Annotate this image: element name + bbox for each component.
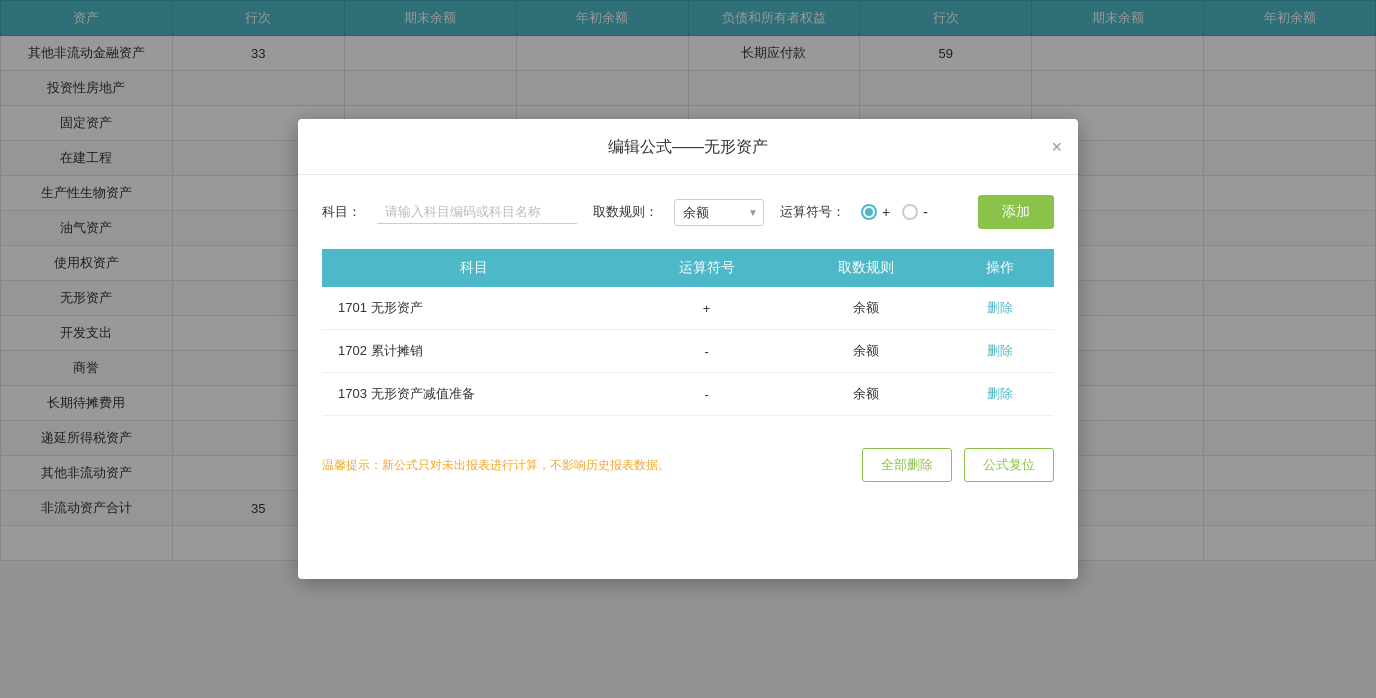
formula-rule-cell: 余额 [786, 287, 945, 330]
delete-all-button[interactable]: 全部删除 [862, 448, 952, 482]
footer-hint: 温馨提示：新公式只对未出报表进行计算，不影响历史报表数据。 [322, 457, 670, 474]
formula-table: 科目运算符号取数规则操作 1701 无形资产+余额删除1702 累计摊销-余额删… [322, 249, 1054, 416]
formula-subject-cell: 1702 累计摊销 [322, 330, 627, 373]
formula-operator-cell: - [627, 330, 786, 373]
formula-rule-cell: 余额 [786, 373, 945, 416]
delete-link[interactable]: 删除 [987, 343, 1013, 358]
formula-form: 科目： 取数规则： 余额借方贷方借方发生额贷方发生额 ▼ 运算符号： + - 添… [298, 175, 1078, 249]
operator-plus-radio[interactable]: + [861, 204, 890, 220]
formula-subject-cell: 1701 无形资产 [322, 287, 627, 330]
formula-row: 1701 无形资产+余额 删除 [322, 287, 1054, 330]
rule-select-wrapper: 余额借方贷方借方发生额贷方发生额 ▼ [674, 199, 764, 226]
rule-label: 取数规则： [593, 203, 658, 221]
formula-table-header: 科目运算符号取数规则操作 [322, 249, 1054, 287]
formula-subject-cell: 1703 无形资产减值准备 [322, 373, 627, 416]
delete-link[interactable]: 删除 [987, 386, 1013, 401]
operator-plus-circle [861, 204, 877, 220]
formula-header-cell: 科目 [322, 249, 627, 287]
subject-label: 科目： [322, 203, 361, 221]
operator-plus-label: + [882, 204, 890, 220]
delete-link[interactable]: 删除 [987, 300, 1013, 315]
operator-radio-group: + - [861, 204, 928, 220]
formula-header-cell: 操作 [945, 249, 1054, 287]
modal-overlay: 编辑公式——无形资产 × 科目： 取数规则： 余额借方贷方借方发生额贷方发生额 … [0, 0, 1376, 698]
footer-buttons: 全部删除 公式复位 [862, 448, 1054, 482]
add-button[interactable]: 添加 [978, 195, 1054, 229]
rule-select[interactable]: 余额借方贷方借方发生额贷方发生额 [674, 199, 764, 226]
formula-operator-cell: + [627, 287, 786, 330]
operator-minus-circle [902, 204, 918, 220]
formula-row: 1702 累计摊销-余额 删除 [322, 330, 1054, 373]
formula-rule-cell: 余额 [786, 330, 945, 373]
formula-action-cell: 删除 [945, 287, 1054, 330]
formula-header-cell: 取数规则 [786, 249, 945, 287]
formula-operator-cell: - [627, 373, 786, 416]
modal-header: 编辑公式——无形资产 × [298, 119, 1078, 175]
formula-table-body: 1701 无形资产+余额删除1702 累计摊销-余额删除1703 无形资产减值准… [322, 287, 1054, 416]
operator-minus-label: - [923, 204, 928, 220]
edit-formula-modal: 编辑公式——无形资产 × 科目： 取数规则： 余额借方贷方借方发生额贷方发生额 … [298, 119, 1078, 579]
modal-close-button[interactable]: × [1051, 138, 1062, 156]
formula-row: 1703 无形资产减值准备-余额 删除 [322, 373, 1054, 416]
formula-action-cell: 删除 [945, 330, 1054, 373]
operator-minus-radio[interactable]: - [902, 204, 928, 220]
operator-label: 运算符号： [780, 203, 845, 221]
modal-footer: 温馨提示：新公式只对未出报表进行计算，不影响历史报表数据。 全部删除 公式复位 [298, 432, 1078, 486]
subject-input[interactable] [377, 200, 577, 224]
formula-header-cell: 运算符号 [627, 249, 786, 287]
reset-formula-button[interactable]: 公式复位 [964, 448, 1054, 482]
formula-table-wrapper: 科目运算符号取数规则操作 1701 无形资产+余额删除1702 累计摊销-余额删… [322, 249, 1054, 416]
formula-action-cell: 删除 [945, 373, 1054, 416]
modal-title: 编辑公式——无形资产 [608, 137, 768, 158]
